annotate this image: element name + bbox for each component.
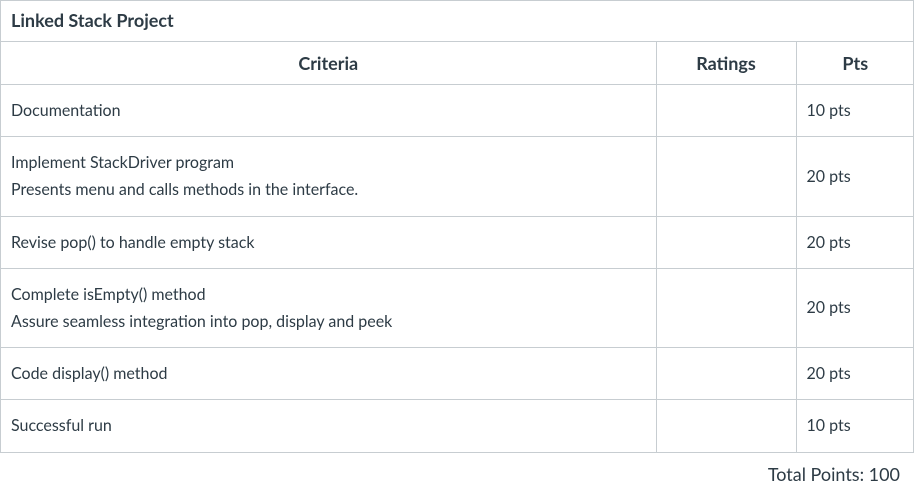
criteria-desc: Assure seamless integration into pop, di… (11, 310, 646, 333)
rubric-container: Linked Stack Project Criteria Ratings Pt… (0, 0, 914, 453)
criteria-cell: Implement StackDriver program Presents m… (1, 137, 656, 216)
ratings-cell (656, 268, 796, 347)
header-ratings: Ratings (656, 42, 796, 85)
pts-cell: 10 pts (796, 400, 914, 452)
ratings-cell (656, 348, 796, 400)
header-pts: Pts (796, 42, 914, 85)
ratings-cell (656, 85, 796, 137)
rubric-title: Linked Stack Project (1, 1, 913, 42)
rubric-header-row: Criteria Ratings Pts (1, 42, 914, 85)
table-row: Code display() method 20 pts (1, 348, 914, 400)
criteria-cell: Code display() method (1, 348, 656, 400)
criteria-cell: Documentation (1, 85, 656, 137)
criteria-title: Code display() method (11, 362, 646, 385)
pts-cell: 20 pts (796, 216, 914, 268)
table-row: Revise pop() to handle empty stack 20 pt… (1, 216, 914, 268)
table-row: Successful run 10 pts (1, 400, 914, 452)
ratings-cell (656, 400, 796, 452)
criteria-title: Implement StackDriver program (11, 151, 646, 174)
header-criteria: Criteria (1, 42, 656, 85)
criteria-title: Revise pop() to handle empty stack (11, 231, 646, 254)
rubric-table: Criteria Ratings Pts Documentation 10 pt… (1, 42, 914, 453)
table-row: Documentation 10 pts (1, 85, 914, 137)
criteria-title: Documentation (11, 99, 646, 122)
table-row: Complete isEmpty() method Assure seamles… (1, 268, 914, 347)
ratings-cell (656, 137, 796, 216)
pts-cell: 20 pts (796, 137, 914, 216)
pts-cell: 10 pts (796, 85, 914, 137)
table-row: Implement StackDriver program Presents m… (1, 137, 914, 216)
pts-cell: 20 pts (796, 348, 914, 400)
criteria-title: Complete isEmpty() method (11, 283, 646, 306)
criteria-desc: Presents menu and calls methods in the i… (11, 178, 646, 201)
pts-cell: 20 pts (796, 268, 914, 347)
ratings-cell (656, 216, 796, 268)
criteria-cell: Revise pop() to handle empty stack (1, 216, 656, 268)
criteria-cell: Complete isEmpty() method Assure seamles… (1, 268, 656, 347)
criteria-cell: Successful run (1, 400, 656, 452)
total-points: Total Points: 100 (0, 453, 914, 493)
criteria-title: Successful run (11, 414, 646, 437)
